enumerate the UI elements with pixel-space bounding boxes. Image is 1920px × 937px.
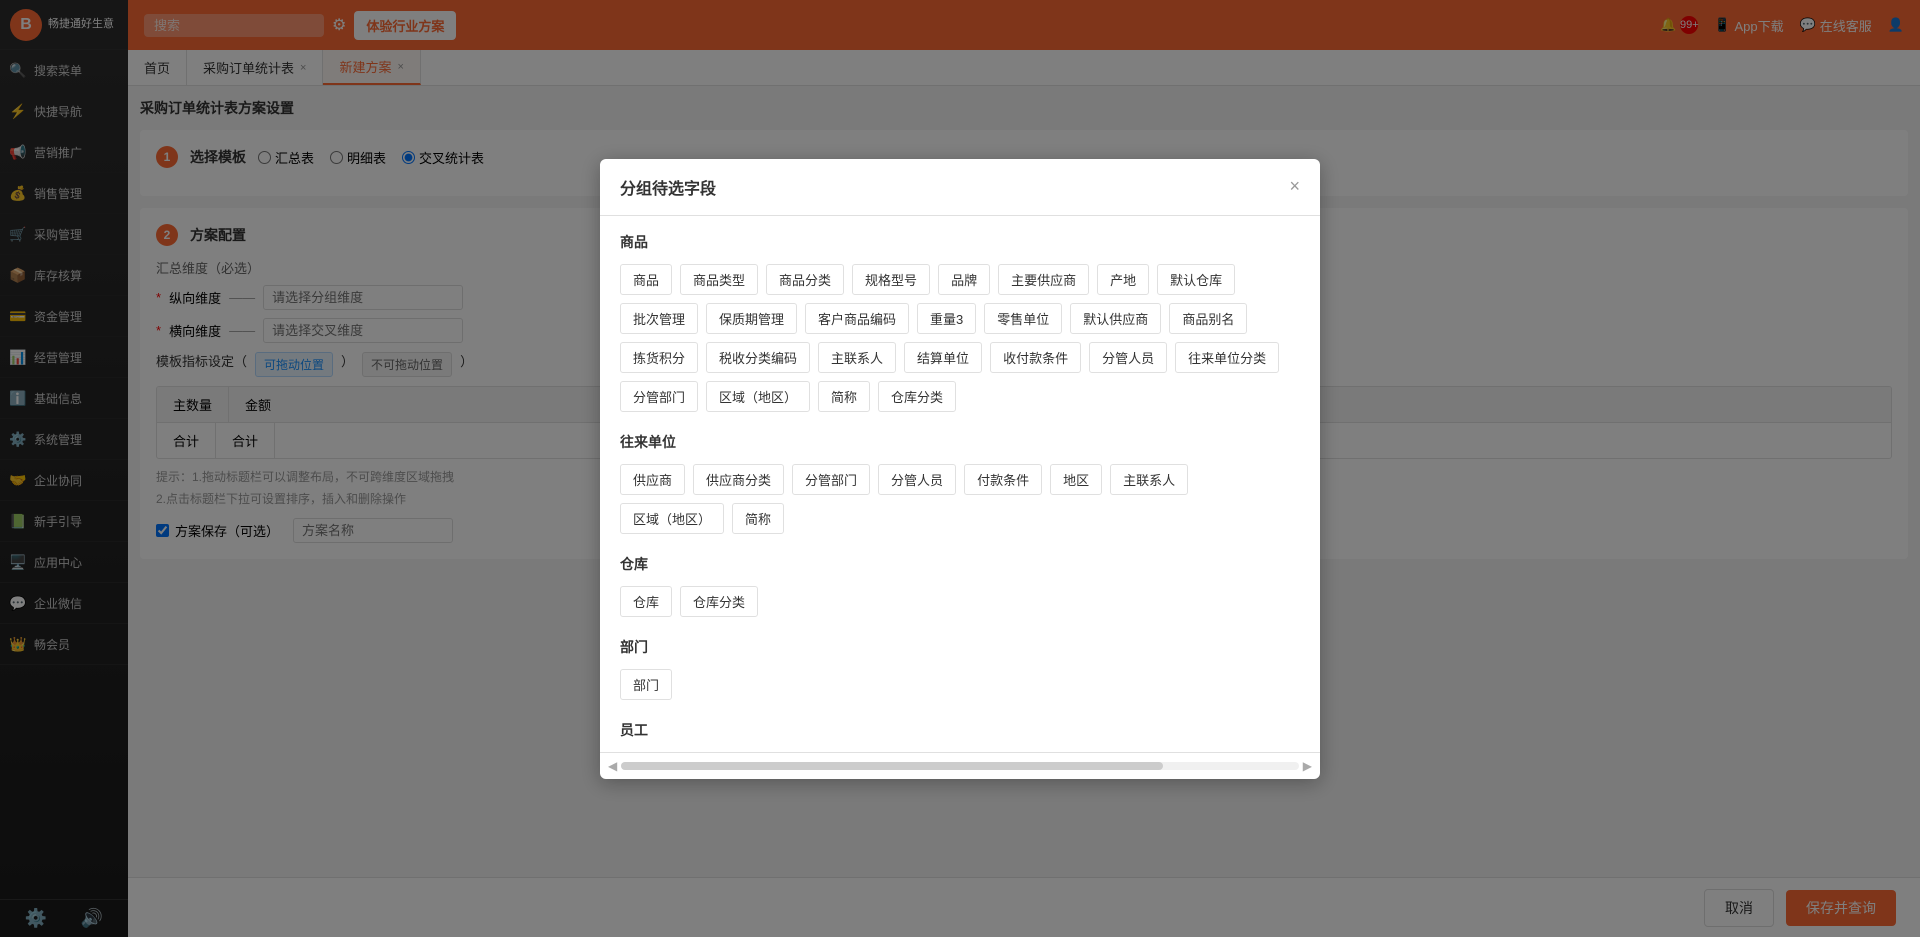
field-tag[interactable]: 主要供应商: [998, 264, 1089, 295]
field-tag[interactable]: 商品类型: [680, 264, 758, 295]
field-tag[interactable]: 规格型号: [852, 264, 930, 295]
field-tag[interactable]: 分管部门: [620, 381, 698, 412]
field-section-staff: 员工 业务员: [620, 720, 1300, 752]
field-tag[interactable]: 保质期管理: [706, 303, 797, 334]
contact-field-grid: 供应商 供应商分类 分管部门 分管人员 付款条件 地区 主联系人 区域（地区） …: [620, 464, 1300, 534]
field-tag[interactable]: 默认供应商: [1070, 303, 1161, 334]
field-section-goods: 商品 商品 商品类型 商品分类 规格型号 品牌 主要供应商 产地 默认仓库 批次…: [620, 232, 1300, 412]
modal-hscrollbar[interactable]: ◀ ▶: [600, 752, 1320, 779]
section-goods-label: 商品: [620, 232, 1300, 252]
field-tag[interactable]: 简称: [818, 381, 870, 412]
field-section-contact: 往来单位 供应商 供应商分类 分管部门 分管人员 付款条件 地区 主联系人 区域…: [620, 432, 1300, 534]
field-tag[interactable]: 客户商品编码: [805, 303, 909, 334]
field-tag[interactable]: 分管人员: [1089, 342, 1167, 373]
scroll-left-icon[interactable]: ◀: [608, 759, 617, 773]
modal-header: 分组待选字段 ×: [600, 159, 1320, 216]
field-tag[interactable]: 默认仓库: [1157, 264, 1235, 295]
field-tag[interactable]: 仓库分类: [680, 586, 758, 617]
section-warehouse-label: 仓库: [620, 554, 1300, 574]
field-tag[interactable]: 仓库: [620, 586, 672, 617]
field-tag[interactable]: 地区: [1050, 464, 1102, 495]
modal-body: 商品 商品 商品类型 商品分类 规格型号 品牌 主要供应商 产地 默认仓库 批次…: [600, 216, 1320, 752]
dept-field-grid: 部门: [620, 669, 1300, 700]
field-tag[interactable]: 简称: [732, 503, 784, 534]
field-tag[interactable]: 商品: [620, 264, 672, 295]
field-tag[interactable]: 税收分类编码: [706, 342, 810, 373]
field-tag[interactable]: 批次管理: [620, 303, 698, 334]
scroll-right-icon[interactable]: ▶: [1303, 759, 1312, 773]
field-tag[interactable]: 主联系人: [1110, 464, 1188, 495]
field-tag[interactable]: 仓库分类: [878, 381, 956, 412]
field-tag[interactable]: 分管部门: [792, 464, 870, 495]
section-staff-label: 员工: [620, 720, 1300, 740]
modal-overlay: 分组待选字段 × 商品 商品 商品类型 商品分类 规格型号 品牌 主要供应商 产…: [0, 0, 1920, 937]
field-tag[interactable]: 付款条件: [964, 464, 1042, 495]
modal-close-button[interactable]: ×: [1289, 176, 1300, 197]
field-tag[interactable]: 区域（地区）: [620, 503, 724, 534]
field-tag[interactable]: 区域（地区）: [706, 381, 810, 412]
field-tag[interactable]: 往来单位分类: [1175, 342, 1279, 373]
field-tag[interactable]: 结算单位: [904, 342, 982, 373]
field-tag[interactable]: 商品别名: [1169, 303, 1247, 334]
field-tag[interactable]: 部门: [620, 669, 672, 700]
field-tag[interactable]: 零售单位: [984, 303, 1062, 334]
field-tag[interactable]: 主联系人: [818, 342, 896, 373]
warehouse-field-grid: 仓库 仓库分类: [620, 586, 1300, 617]
section-contact-label: 往来单位: [620, 432, 1300, 452]
horizontal-scrollbar[interactable]: [621, 762, 1299, 770]
field-select-modal: 分组待选字段 × 商品 商品 商品类型 商品分类 规格型号 品牌 主要供应商 产…: [600, 159, 1320, 779]
field-section-dept: 部门 部门: [620, 637, 1300, 700]
goods-field-grid: 商品 商品类型 商品分类 规格型号 品牌 主要供应商 产地 默认仓库 批次管理 …: [620, 264, 1300, 412]
field-tag[interactable]: 品牌: [938, 264, 990, 295]
field-tag[interactable]: 供应商分类: [693, 464, 784, 495]
field-tag[interactable]: 重量3: [917, 303, 976, 334]
section-dept-label: 部门: [620, 637, 1300, 657]
field-tag[interactable]: 供应商: [620, 464, 685, 495]
field-tag[interactable]: 收付款条件: [990, 342, 1081, 373]
modal-title: 分组待选字段: [620, 175, 716, 199]
field-tag[interactable]: 拣货积分: [620, 342, 698, 373]
field-tag[interactable]: 商品分类: [766, 264, 844, 295]
field-tag[interactable]: 产地: [1097, 264, 1149, 295]
field-section-warehouse: 仓库 仓库 仓库分类: [620, 554, 1300, 617]
field-tag[interactable]: 分管人员: [878, 464, 956, 495]
